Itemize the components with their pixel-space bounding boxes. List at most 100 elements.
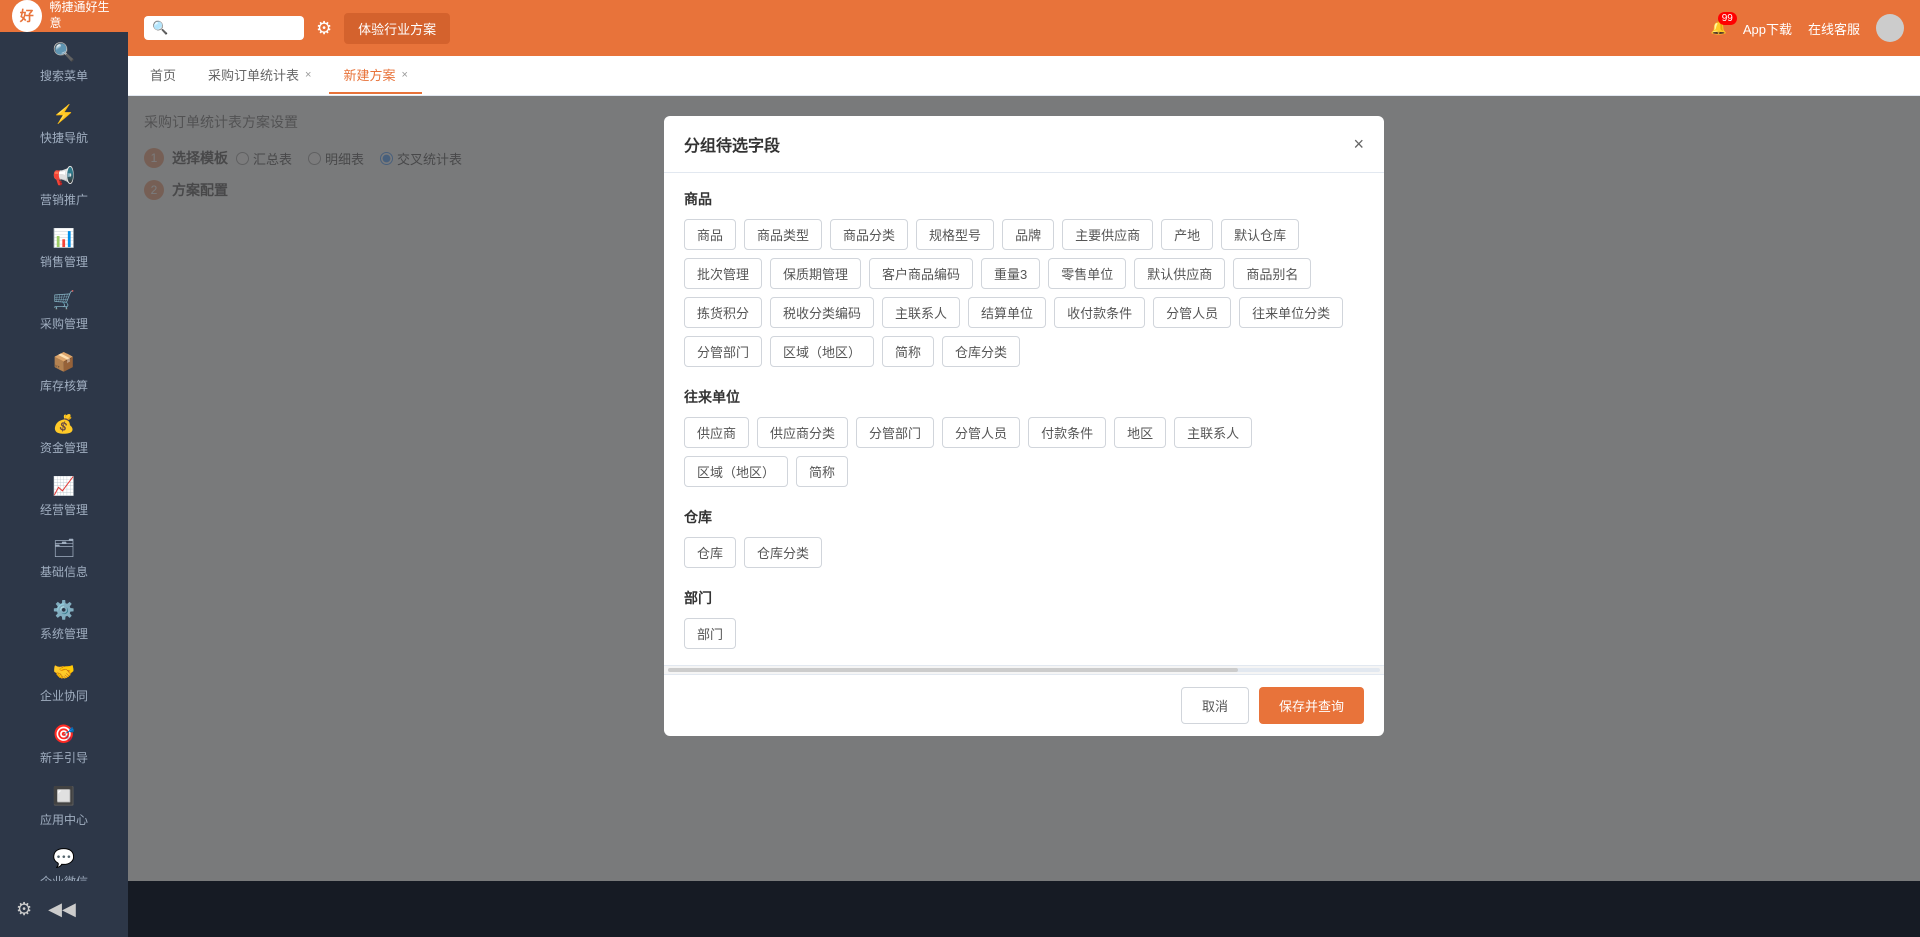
user-avatar[interactable] — [1876, 14, 1904, 42]
sidebar-item-enterprise[interactable]: 🤝 企业协同 — [0, 652, 128, 714]
sidebar: 好 畅捷通好生意 🔍 搜索菜单 ⚡ 快捷导航 📢 营销推广 📊 销售管理 🛒 采… — [0, 0, 128, 937]
experience-btn[interactable]: 体验行业方案 — [344, 13, 450, 44]
tab-2[interactable]: 新建方案× — [329, 57, 421, 94]
system-icon: ⚙️ — [53, 600, 75, 621]
wechat-icon: 💬 — [53, 848, 75, 869]
sidebar-item-inventory[interactable]: 📦 库存核算 — [0, 342, 128, 404]
field-tag-pick-score[interactable]: 拣货积分 — [684, 297, 762, 328]
field-tag-brand[interactable]: 品牌 — [1002, 219, 1054, 250]
apps-icon: 🔲 — [53, 786, 75, 807]
settings-bottom-icon[interactable]: ⚙ — [16, 899, 32, 920]
tab-close-2[interactable]: × — [401, 69, 407, 81]
audio-bottom-icon[interactable]: ◀◀ — [48, 899, 76, 920]
section-title-product: 商品 — [684, 189, 1364, 209]
field-tag-manager[interactable]: 分管人员 — [1153, 297, 1231, 328]
modal-title: 分组待选字段 — [684, 132, 780, 156]
sidebar-item-sales[interactable]: 📊 销售管理 — [0, 218, 128, 280]
sidebar-label-quick-nav: 快捷导航 — [40, 129, 88, 146]
sidebar-label-finance: 资金管理 — [40, 439, 88, 456]
search-icon: 🔍 — [53, 42, 75, 63]
field-tag-settle-unit[interactable]: 结算单位 — [968, 297, 1046, 328]
field-tag-default-warehouse[interactable]: 默认仓库 — [1221, 219, 1299, 250]
section-title-department: 部门 — [684, 588, 1364, 608]
field-tag-dept[interactable]: 分管部门 — [856, 417, 934, 448]
field-tag-goods[interactable]: 商品 — [684, 219, 736, 250]
notification-badge[interactable]: 🔔 99 — [1711, 20, 1727, 36]
field-tag-main-supplier[interactable]: 主要供应商 — [1062, 219, 1153, 250]
field-tag-manage-dept[interactable]: 分管部门 — [684, 336, 762, 367]
sidebar-item-operations[interactable]: 📈 经营管理 — [0, 466, 128, 528]
field-tag-warehouse-cat[interactable]: 仓库分类 — [744, 537, 822, 568]
settings-icon[interactable]: ⚙ — [316, 18, 332, 39]
purchase-icon: 🛒 — [53, 290, 75, 311]
modal-horizontal-scrollbar[interactable] — [664, 665, 1384, 674]
sidebar-label-guide: 新手引导 — [40, 749, 88, 766]
field-tag-origin[interactable]: 产地 — [1161, 219, 1213, 250]
sidebar-label-system: 系统管理 — [40, 625, 88, 642]
sidebar-item-finance[interactable]: 💰 资金管理 — [0, 404, 128, 466]
field-tags-product: 商品商品类型商品分类规格型号品牌主要供应商产地默认仓库批次管理保质期管理客户商品… — [684, 219, 1364, 367]
field-tag-payment-terms[interactable]: 收付款条件 — [1054, 297, 1145, 328]
sidebar-label-marketing: 营销推广 — [40, 191, 88, 208]
field-tag-area[interactable]: 地区 — [1114, 417, 1166, 448]
section-product: 商品商品商品类型商品分类规格型号品牌主要供应商产地默认仓库批次管理保质期管理客户… — [684, 189, 1364, 367]
modal-footer: 取消 保存并查询 — [664, 674, 1384, 736]
sidebar-label-operations: 经营管理 — [40, 501, 88, 518]
field-tag-customer-code[interactable]: 客户商品编码 — [869, 258, 973, 289]
base-icon: 🗂 — [53, 538, 76, 559]
search-input[interactable] — [172, 21, 296, 35]
notification-count: 99 — [1718, 12, 1737, 25]
sidebar-item-quick-nav[interactable]: ⚡ 快捷导航 — [0, 94, 128, 156]
field-tag-quality-manage[interactable]: 保质期管理 — [770, 258, 861, 289]
sidebar-item-purchase[interactable]: 🛒 采购管理 — [0, 280, 128, 342]
header-search-box[interactable]: 🔍 — [144, 16, 304, 40]
tab-1[interactable]: 采购订单统计表 × — [194, 57, 325, 94]
sidebar-item-base[interactable]: 🗂 基础信息 — [0, 528, 128, 590]
field-tag-main-contact[interactable]: 主联系人 — [882, 297, 960, 328]
field-tag-warehouse[interactable]: 仓库 — [684, 537, 736, 568]
app-download-link[interactable]: App下载 — [1743, 19, 1792, 38]
section-title-counterpart: 往来单位 — [684, 387, 1364, 407]
field-tag-region2[interactable]: 区域（地区） — [684, 456, 788, 487]
field-tag-tax-code[interactable]: 税收分类编码 — [770, 297, 874, 328]
field-tag-batch-manage[interactable]: 批次管理 — [684, 258, 762, 289]
field-tag-supplier-category[interactable]: 供应商分类 — [757, 417, 848, 448]
field-tag-dept2[interactable]: 部门 — [684, 618, 736, 649]
field-tag-goods-type[interactable]: 商品类型 — [744, 219, 822, 250]
section-title-warehouse: 仓库 — [684, 507, 1364, 527]
field-tag-contact[interactable]: 主联系人 — [1174, 417, 1252, 448]
field-tag-supplier[interactable]: 供应商 — [684, 417, 749, 448]
field-tag-default-supplier[interactable]: 默认供应商 — [1134, 258, 1225, 289]
sidebar-item-search[interactable]: 🔍 搜索菜单 — [0, 32, 128, 94]
sidebar-item-marketing[interactable]: 📢 营销推广 — [0, 156, 128, 218]
sidebar-item-guide[interactable]: 🎯 新手引导 — [0, 714, 128, 776]
online-service-link[interactable]: 在线客服 — [1808, 19, 1860, 38]
field-tag-region[interactable]: 区域（地区） — [770, 336, 874, 367]
sidebar-logo: 好 畅捷通好生意 — [0, 0, 128, 32]
tab-0[interactable]: 首页 — [136, 57, 190, 94]
field-tag-payment-cond[interactable]: 付款条件 — [1028, 417, 1106, 448]
modal-close-button[interactable]: × — [1353, 134, 1364, 155]
field-tag-spec-type[interactable]: 规格型号 — [916, 219, 994, 250]
field-tag-alias[interactable]: 商品别名 — [1233, 258, 1311, 289]
sidebar-item-system[interactable]: ⚙️ 系统管理 — [0, 590, 128, 652]
tab-label-1: 采购订单统计表 — [208, 65, 299, 84]
field-tag-weight3[interactable]: 重量3 — [981, 258, 1040, 289]
tab-label-0: 首页 — [150, 65, 176, 84]
save-and-query-button[interactable]: 保存并查询 — [1259, 687, 1364, 724]
modal-body[interactable]: 商品商品商品类型商品分类规格型号品牌主要供应商产地默认仓库批次管理保质期管理客户… — [664, 173, 1384, 665]
field-tag-dept-manager[interactable]: 分管人员 — [942, 417, 1020, 448]
logo-icon: 好 — [12, 0, 42, 32]
field-tag-from-unit-category[interactable]: 往来单位分类 — [1239, 297, 1343, 328]
field-tag-warehouse-category[interactable]: 仓库分类 — [942, 336, 1020, 367]
sidebar-item-apps[interactable]: 🔲 应用中心 — [0, 776, 128, 838]
cancel-button[interactable]: 取消 — [1181, 687, 1249, 724]
sidebar-label-apps: 应用中心 — [40, 811, 88, 828]
guide-icon: 🎯 — [53, 724, 75, 745]
field-tag-retail-unit[interactable]: 零售单位 — [1048, 258, 1126, 289]
field-tags-counterpart: 供应商供应商分类分管部门分管人员付款条件地区主联系人区域（地区） 简称 — [684, 417, 1364, 487]
field-tag-abbr2[interactable]: 简称 — [796, 456, 848, 487]
tab-close-1[interactable]: × — [305, 69, 311, 81]
field-tag-goods-category[interactable]: 商品分类 — [830, 219, 908, 250]
field-tag-abbr[interactable]: 简称 — [882, 336, 934, 367]
